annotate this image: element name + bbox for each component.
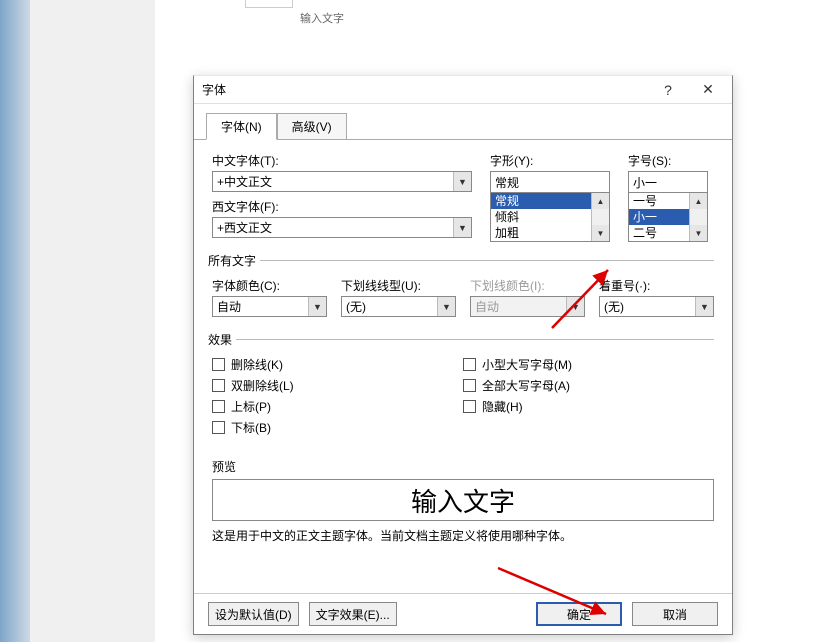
content-control-hint: 输入文字 [300,10,344,26]
checkbox-box[interactable] [463,379,476,392]
checkbox-dblstrike[interactable]: 双删除线(L) [212,377,463,394]
checkbox-label: 删除线(K) [231,356,283,373]
scroll-up-icon[interactable]: ▲ [690,193,707,209]
underline-style-value: (无) [342,297,437,316]
font-color-value: 自动 [213,297,308,316]
checkbox-superscript[interactable]: 上标(P) [212,398,463,415]
checkbox-label: 下标(B) [231,419,271,436]
legend-effects: 效果 [208,331,236,348]
set-default-button[interactable]: 设为默认值(D) [208,602,299,626]
scroll-track[interactable] [690,209,707,225]
chevron-down-icon[interactable]: ▼ [308,297,326,316]
cancel-button[interactable]: 取消 [632,602,718,626]
dialog-body: 中文字体(T): ▼ 西文字体(F): ▼ 字形(Y): 常 [194,140,732,552]
checkbox-label: 全部大写字母(A) [482,377,570,394]
checkbox-box[interactable] [212,400,225,413]
titlebar: 字体 ? ✕ [194,76,732,104]
sidebar-strip [0,0,30,642]
ok-button[interactable]: 确定 [536,602,622,626]
checkbox-smallcaps[interactable]: 小型大写字母(M) [463,356,714,373]
tab-advanced[interactable]: 高级(V) [277,113,347,140]
font-style-input-wrap[interactable] [490,171,610,192]
underline-color-combo: 自动 ▼ [470,296,585,317]
checkbox-label: 隐藏(H) [482,398,523,415]
scroll-track[interactable] [592,209,609,225]
legend-all-text: 所有文字 [208,252,260,269]
tab-font[interactable]: 字体(N) [206,113,277,140]
tab-strip: 字体(N) 高级(V) [194,104,732,140]
checkbox-box[interactable] [463,358,476,371]
checkbox-allcaps[interactable]: 全部大写字母(A) [463,377,714,394]
label-font-style: 字形(Y): [490,152,610,169]
list-item[interactable]: 倾斜 [491,209,591,225]
text-effects-button[interactable]: 文字效果(E)... [309,602,397,626]
scroll-up-icon[interactable]: ▲ [592,193,609,209]
font-size-input-wrap[interactable] [628,171,708,192]
scroll-down-icon[interactable]: ▼ [690,225,707,241]
checkbox-subscript[interactable]: 下标(B) [212,419,463,436]
chinese-font-input[interactable] [213,172,453,191]
underline-color-value: 自动 [471,297,566,316]
label-font-color: 字体颜色(C): [212,277,327,294]
checkbox-label: 上标(P) [231,398,271,415]
scrollbar[interactable]: ▲ ▼ [689,193,707,241]
all-text-group: 所有文字 字体颜色(C): 自动 ▼ 下划线线型(U): (无) ▼ [212,252,714,321]
emphasis-combo[interactable]: (无) ▼ [599,296,714,317]
effects-group: 效果 删除线(K) 双删除线(L) 上标(P) 下标(B) 小型大写字母(M) … [212,331,714,444]
checkbox-strike[interactable]: 删除线(K) [212,356,463,373]
checkbox-label: 小型大写字母(M) [482,356,572,373]
help-button[interactable]: ? [648,76,688,104]
scrollbar[interactable]: ▲ ▼ [591,193,609,241]
checkbox-box[interactable] [212,421,225,434]
scroll-down-icon[interactable]: ▼ [592,225,609,241]
checkbox-hidden[interactable]: 隐藏(H) [463,398,714,415]
underline-style-combo[interactable]: (无) ▼ [341,296,456,317]
preview-box: 输入文字 [212,479,714,521]
western-font-input[interactable] [213,218,453,237]
dialog-title: 字体 [202,81,648,98]
checkbox-label: 双删除线(L) [231,377,294,394]
list-item[interactable]: 加粗 [491,225,591,241]
checkbox-box[interactable] [212,379,225,392]
label-emphasis: 着重号(·): [599,277,714,294]
chevron-down-icon[interactable]: ▼ [453,172,471,191]
label-underline-color: 下划线颜色(I): [470,277,585,294]
western-font-combo[interactable]: ▼ [212,217,472,238]
font-size-list[interactable]: 一号 小一 二号 ▲ ▼ [628,192,708,242]
label-font-size: 字号(S): [628,152,708,169]
chevron-down-icon[interactable]: ▼ [695,297,713,316]
chevron-down-icon: ▼ [566,297,584,316]
chevron-down-icon[interactable]: ▼ [437,297,455,316]
chinese-font-combo[interactable]: ▼ [212,171,472,192]
close-button[interactable]: ✕ [688,76,728,104]
list-item[interactable]: 一号 [629,193,689,209]
chevron-down-icon[interactable]: ▼ [453,218,471,237]
dialog-footer: 设为默认值(D) 文字效果(E)... 确定 取消 [194,593,732,634]
label-western-font: 西文字体(F): [212,198,472,215]
list-item[interactable]: 二号 [629,225,689,241]
preview-description: 这是用于中文的正文主题字体。当前文档主题定义将使用哪种字体。 [212,527,714,544]
emphasis-value: (无) [600,297,695,316]
checkbox-box[interactable] [212,358,225,371]
font-color-combo[interactable]: 自动 ▼ [212,296,327,317]
list-item[interactable]: 小一 [629,209,689,225]
list-item[interactable]: 常规 [491,193,591,209]
font-size-input[interactable] [629,172,792,192]
label-preview: 预览 [212,458,714,475]
font-style-list[interactable]: 常规 倾斜 加粗 ▲ ▼ [490,192,610,242]
checkbox-box[interactable] [463,400,476,413]
content-control-box [245,0,293,8]
font-dialog: 字体 ? ✕ 字体(N) 高级(V) 中文字体(T): ▼ 西文字体(F): ▼ [193,75,733,635]
label-chinese-font: 中文字体(T): [212,152,472,169]
label-underline-style: 下划线线型(U): [341,277,456,294]
